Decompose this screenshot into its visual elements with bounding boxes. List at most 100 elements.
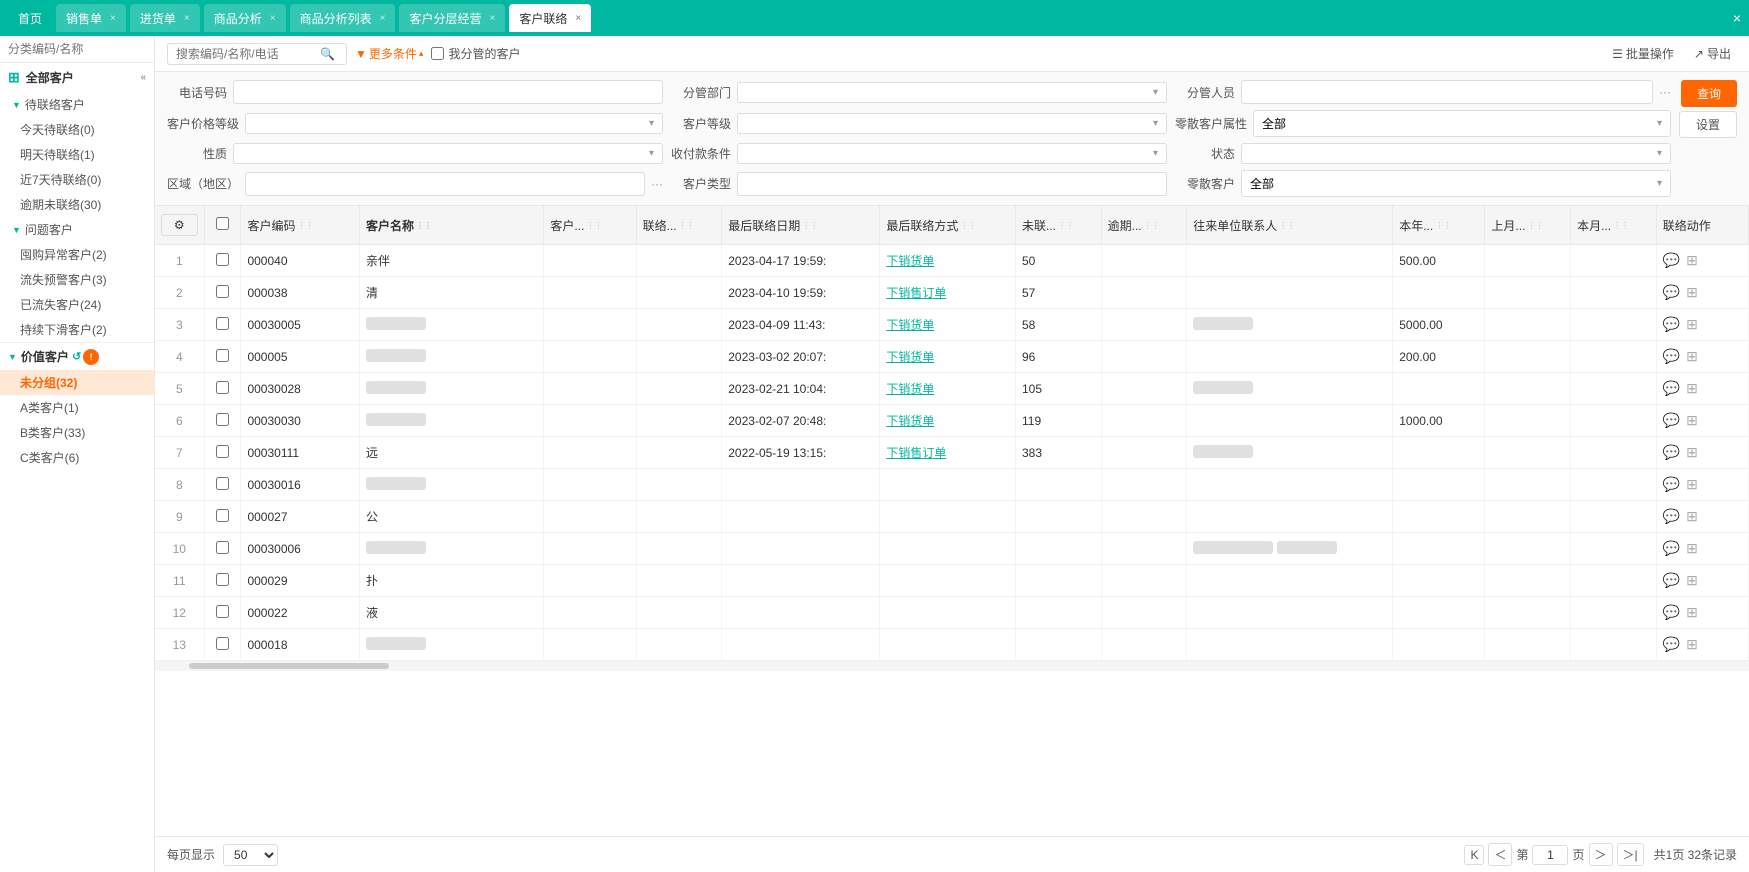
nature-select[interactable]: ▾ <box>233 143 663 164</box>
grid-icon[interactable]: ⊞ <box>1686 412 1698 429</box>
grid-icon[interactable]: ⊞ <box>1686 380 1698 397</box>
chat-icon[interactable]: 💬 <box>1663 540 1680 557</box>
th-lastmonth-sort[interactable]: ⋮⋮ <box>1527 221 1543 230</box>
sidebar-item-ungroup[interactable]: 未分组(32) <box>0 370 154 395</box>
manager-dots[interactable]: ··· <box>1659 85 1671 99</box>
cell-check[interactable] <box>204 341 241 373</box>
grid-icon[interactable]: ⊞ <box>1686 636 1698 653</box>
batch-ops-btn[interactable]: ☰ 批量操作 <box>1606 42 1680 65</box>
prev-page-btn[interactable]: ＜ <box>1488 843 1512 866</box>
tab-goods-analysis-list[interactable]: 商品分析列表 × <box>290 4 396 32</box>
table-settings-btn[interactable]: ⚙ <box>161 214 198 236</box>
cell-check[interactable] <box>204 469 241 501</box>
first-page-btn[interactable]: K <box>1464 845 1484 865</box>
sidebar-item-class-c[interactable]: C类客户(6) <box>0 445 154 470</box>
sidebar-item-today-pending[interactable]: 今天待联络(0) <box>0 117 154 142</box>
chat-icon[interactable]: 💬 <box>1663 476 1680 493</box>
page-num-input[interactable] <box>1532 845 1568 865</box>
sidebar-item-churn-warning[interactable]: 流失预警客户(3) <box>0 267 154 292</box>
region-input[interactable] <box>245 172 645 196</box>
grid-icon[interactable]: ⊞ <box>1686 540 1698 557</box>
last-method-link[interactable]: 下销货单 <box>886 350 934 364</box>
row-checkbox[interactable] <box>216 605 229 618</box>
chat-icon[interactable]: 💬 <box>1663 572 1680 589</box>
th-uncontact-sort[interactable]: ⋮⋮ <box>1058 221 1074 230</box>
row-checkbox[interactable] <box>216 637 229 650</box>
tab-customer-contact[interactable]: 客户联络 × <box>509 4 591 32</box>
last-method-link[interactable]: 下销货单 <box>886 414 934 428</box>
row-checkbox[interactable] <box>216 381 229 394</box>
chat-icon[interactable]: 💬 <box>1663 444 1680 461</box>
tab-sales[interactable]: 销售单 × <box>56 4 126 32</box>
th-thismonth-sort[interactable]: ⋮⋮ <box>1613 221 1629 230</box>
last-method-link[interactable]: 下销货单 <box>886 382 934 396</box>
sidebar-collapse-btn[interactable]: « <box>140 72 146 83</box>
th-contact-sort[interactable]: ⋮⋮ <box>679 221 695 230</box>
sidebar-search-input[interactable] <box>8 42 155 56</box>
grid-icon[interactable]: ⊞ <box>1686 348 1698 365</box>
row-checkbox[interactable] <box>216 253 229 266</box>
problem-group[interactable]: ▼ 问题客户 <box>0 217 154 242</box>
cell-check[interactable] <box>204 629 241 661</box>
cell-check[interactable] <box>204 597 241 629</box>
export-btn[interactable]: ↗ 导出 <box>1688 42 1737 65</box>
retail-select[interactable]: 全部 ▾ <box>1241 170 1671 197</box>
sidebar-item-churned[interactable]: 已流失客户(24) <box>0 292 154 317</box>
retail-attr-select[interactable]: 全部 ▾ <box>1253 110 1671 137</box>
grid-icon[interactable]: ⊞ <box>1686 572 1698 589</box>
manager-input[interactable] <box>1241 80 1653 104</box>
chat-icon[interactable]: 💬 <box>1663 316 1680 333</box>
customer-grade-select[interactable]: ▾ <box>737 113 1167 134</box>
region-dots[interactable]: ··· <box>651 177 663 191</box>
last-page-btn[interactable]: ＞| <box>1617 843 1644 866</box>
row-checkbox[interactable] <box>216 349 229 362</box>
tab-goods-analysis[interactable]: 商品分析 × <box>204 4 286 32</box>
customer-type-input[interactable] <box>737 172 1167 196</box>
horizontal-scrollbar[interactable] <box>155 661 1749 671</box>
th-year-sort[interactable]: ⋮⋮ <box>1435 221 1451 230</box>
cell-check[interactable] <box>204 373 241 405</box>
grid-icon[interactable]: ⊞ <box>1686 284 1698 301</box>
cell-check[interactable] <box>204 565 241 597</box>
th-last-method-sort[interactable]: ⋮⋮ <box>960 221 976 230</box>
search-input[interactable] <box>176 47 316 61</box>
row-checkbox[interactable] <box>216 573 229 586</box>
cell-check[interactable] <box>204 245 241 277</box>
sidebar-item-overdue-pending[interactable]: 逾期未联络(30) <box>0 192 154 217</box>
cell-check[interactable] <box>204 533 241 565</box>
row-checkbox[interactable] <box>216 477 229 490</box>
reset-button[interactable]: 设置 <box>1679 111 1737 138</box>
tab-sales-close[interactable]: × <box>110 13 116 24</box>
cell-check[interactable] <box>204 437 241 469</box>
grid-icon[interactable]: ⊞ <box>1686 252 1698 269</box>
th-partner-sort[interactable]: ⋮⋮ <box>1279 221 1295 230</box>
price-grade-select[interactable]: ▾ <box>245 113 663 134</box>
th-check[interactable] <box>204 206 241 245</box>
sidebar-item-hoarding[interactable]: 囤购异常客户(2) <box>0 242 154 267</box>
my-customers-checkbox[interactable]: 我分管的客户 <box>431 45 520 62</box>
row-checkbox[interactable] <box>216 285 229 298</box>
last-method-link[interactable]: 下销货单 <box>886 254 934 268</box>
th-last-date-sort[interactable]: ⋮⋮ <box>802 221 818 230</box>
next-page-btn[interactable]: ＞ <box>1589 843 1613 866</box>
tab-home[interactable]: 首页 <box>8 4 52 32</box>
chat-icon[interactable]: 💬 <box>1663 348 1680 365</box>
status-select[interactable]: ▾ <box>1241 143 1671 164</box>
tab-customer-tier-close[interactable]: × <box>489 13 495 24</box>
tab-purchase[interactable]: 进货单 × <box>130 4 200 32</box>
chat-icon[interactable]: 💬 <box>1663 508 1680 525</box>
grid-icon[interactable]: ⊞ <box>1686 476 1698 493</box>
grid-icon[interactable]: ⊞ <box>1686 444 1698 461</box>
chat-icon[interactable]: 💬 <box>1663 412 1680 429</box>
all-customers-header[interactable]: ⊞ 全部客户 « <box>0 63 154 92</box>
query-button[interactable]: 查询 <box>1681 80 1737 107</box>
cell-check[interactable] <box>204 309 241 341</box>
th-name-sort[interactable]: ⋮⋮ <box>416 221 432 230</box>
chat-icon[interactable]: 💬 <box>1663 284 1680 301</box>
pending-group[interactable]: ▼ 待联络客户 <box>0 92 154 117</box>
cell-check[interactable] <box>204 277 241 309</box>
search-icon[interactable]: 🔍 <box>320 47 335 61</box>
cell-check[interactable] <box>204 405 241 437</box>
phone-input[interactable] <box>233 80 663 104</box>
last-method-link[interactable]: 下销售订单 <box>886 286 946 300</box>
